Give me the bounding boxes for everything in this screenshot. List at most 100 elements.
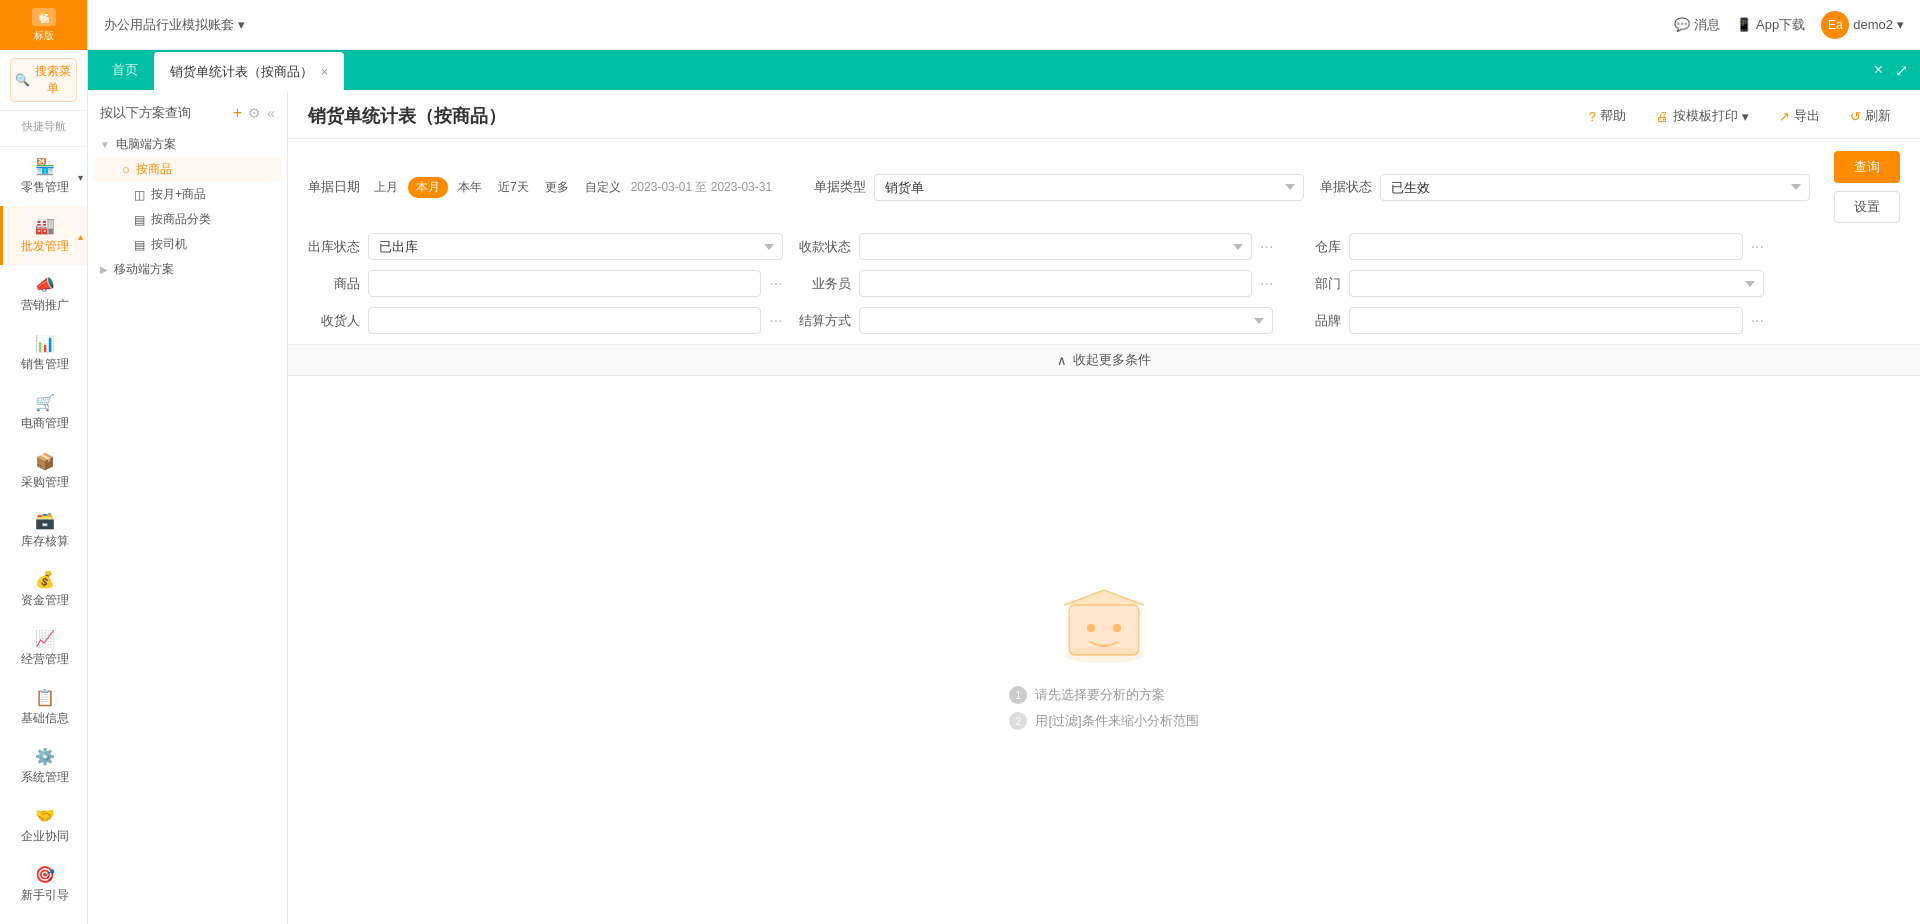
filter-brand: 品牌 ··· <box>1289 307 1764 334</box>
brand-more-icon[interactable]: ··· <box>1751 312 1764 330</box>
filter-doc-status: 单据状态 已生效 <box>1320 174 1810 201</box>
filter-salesperson: 业务员 ··· <box>799 270 1274 297</box>
filter-row-3: 商品 ··· 业务员 ··· 部门 <box>308 270 1900 297</box>
user-menu[interactable]: Ea demo2 ▾ <box>1821 11 1904 39</box>
warehouse-control: ··· <box>1349 233 1764 260</box>
account-selector[interactable]: 办公用品行业模拟账套 ▾ <box>104 16 1662 34</box>
by-month-product-icon: ◫ <box>134 188 145 202</box>
help-button[interactable]: ? 帮助 <box>1580 102 1635 130</box>
doc-type-label: 单据类型 <box>814 178 866 196</box>
tab-close-icon[interactable]: × <box>321 65 328 79</box>
message-button[interactable]: 💬 消息 <box>1674 16 1720 34</box>
page-title-actions: ? 帮助 🖨 按模板打印 ▾ ↗ 导出 ↺ 刷新 <box>1580 102 1900 130</box>
product-control: ··· <box>368 270 783 297</box>
logo-icon: 畅 <box>29 7 59 27</box>
salesperson-input[interactable] <box>859 270 1252 297</box>
by-cashier-icon: ▤ <box>134 238 145 252</box>
settlement-select[interactable] <box>859 307 1274 334</box>
date-range-text: 2023-03-01 至 2023-03-31 <box>631 179 772 196</box>
sidebar-item-marketing[interactable]: 📣 营销推广 <box>0 265 87 324</box>
sidebar-item-sales-mgmt[interactable]: 📊 销售管理 <box>0 324 87 383</box>
tab-close-all-icon[interactable]: × <box>1870 57 1887 84</box>
settings-button[interactable]: 设置 <box>1834 191 1900 223</box>
collapse-panel-icon[interactable]: « <box>267 105 275 121</box>
sidebar-item-purchase[interactable]: 📦 采购管理 <box>0 442 87 501</box>
retail-icon: 🏪 <box>35 157 55 176</box>
product-more-icon[interactable]: ··· <box>769 275 782 293</box>
sidebar-item-finance[interactable]: 💰 资金管理 <box>0 560 87 619</box>
scheme-by-product[interactable]: ○ 按商品 <box>94 157 281 182</box>
query-button[interactable]: 查询 <box>1834 151 1900 183</box>
date-btn-last-month[interactable]: 上月 <box>368 177 404 198</box>
sidebar-menu: 🏪 零售管理 ▾ 🏭 批发管理 ▴ 📣 营销推广 📊 销售管理 🛒 电商管理 📦… <box>0 147 87 924</box>
logo-text: 标版 <box>34 29 54 43</box>
product-input[interactable] <box>368 270 761 297</box>
export-button[interactable]: ↗ 导出 <box>1770 102 1829 130</box>
filter-settlement: 结算方式 <box>799 307 1274 334</box>
scheme-by-cashier[interactable]: ▤ 按司机 <box>94 232 281 257</box>
sidebar-item-ecommerce[interactable]: 🛒 电商管理 <box>0 383 87 442</box>
department-control <box>1349 270 1764 297</box>
svg-rect-3 <box>1069 605 1139 655</box>
brand-label: 品牌 <box>1289 312 1341 330</box>
filter-row-1: 单据日期 上月 本月 本年 近7天 更多 自定义 2023-03-01 至 20… <box>308 151 1900 223</box>
header-right: 💬 消息 📱 App下载 Ea demo2 ▾ <box>1674 11 1904 39</box>
scheme-by-product-category[interactable]: ▤ 按商品分类 <box>94 207 281 232</box>
sidebar-item-cooperation[interactable]: 🤝 企业协同 <box>0 796 87 855</box>
salesperson-more-icon[interactable]: ··· <box>1260 275 1273 293</box>
header: 办公用品行业模拟账套 ▾ 💬 消息 📱 App下载 Ea demo2 ▾ <box>88 0 1920 50</box>
warehouse-more-icon[interactable]: ··· <box>1751 238 1764 256</box>
download-icon: 📱 <box>1736 17 1752 32</box>
date-btn-this-year[interactable]: 本年 <box>452 177 488 198</box>
filter-receipt-status: 收款状态 ··· <box>799 233 1274 260</box>
sidebar-item-inventory[interactable]: 🗃️ 库存核算 <box>0 501 87 560</box>
basic-info-icon: 📋 <box>35 688 55 707</box>
sales-mgmt-icon: 📊 <box>35 334 55 353</box>
search-menu-button[interactable]: 🔍 搜索菜单 <box>10 58 77 102</box>
sidebar-item-guide[interactable]: 🎯 新手引导 <box>0 855 87 914</box>
brand-control: ··· <box>1349 307 1764 334</box>
date-btn-last-7days[interactable]: 近7天 <box>492 177 535 198</box>
tab-home[interactable]: 首页 <box>96 50 154 90</box>
collapse-icon: ∧ <box>1057 353 1067 368</box>
date-btn-more[interactable]: 更多 <box>539 177 575 198</box>
empty-state: 1 请先选择要分析的方案 2 用[过滤]条件来缩小分析范围 <box>288 376 1920 924</box>
user-chevron-icon: ▾ <box>1897 17 1904 32</box>
doc-status-select[interactable]: 已生效 <box>1380 174 1810 201</box>
scheme-mobile-parent[interactable]: ▶ 移动端方案 <box>94 257 281 282</box>
date-btn-custom[interactable]: 自定义 <box>579 177 627 198</box>
receipt-more-icon[interactable]: ··· <box>1260 238 1273 256</box>
sidebar-item-wholesale[interactable]: 🏭 批发管理 ▴ <box>0 206 87 265</box>
quick-nav-area: 快捷导航 <box>0 111 87 147</box>
scheme-desktop-parent[interactable]: ▼ 电脑端方案 <box>94 132 281 157</box>
recipient-label: 收货人 <box>308 312 360 330</box>
tab-sales-stats[interactable]: 销货单统计表（按商品） × <box>154 52 344 92</box>
refresh-button[interactable]: ↺ 刷新 <box>1841 102 1900 130</box>
sidebar-item-app-center[interactable]: 📱 应用中心 <box>0 914 87 924</box>
svg-point-5 <box>1113 624 1121 632</box>
sidebar-item-basic-info[interactable]: 📋 基础信息 <box>0 678 87 737</box>
brand-input[interactable] <box>1349 307 1742 334</box>
ecommerce-icon: 🛒 <box>35 393 55 412</box>
scheme-by-month-product[interactable]: ◫ 按月+商品 <box>94 182 281 207</box>
recipient-more-icon[interactable]: ··· <box>769 312 782 330</box>
date-quick-buttons: 上月 本月 本年 近7天 更多 自定义 <box>368 177 627 198</box>
doc-type-select[interactable]: 销货单 <box>874 174 1304 201</box>
collapse-conditions-button[interactable]: ∧ 收起更多条件 <box>288 344 1920 375</box>
app-download-button[interactable]: 📱 App下载 <box>1736 16 1805 34</box>
sidebar-item-system[interactable]: ⚙️ 系统管理 <box>0 737 87 796</box>
warehouse-input[interactable] <box>1349 233 1742 260</box>
date-control: 上月 本月 本年 近7天 更多 自定义 2023-03-01 至 2023-03… <box>368 177 798 198</box>
department-label: 部门 <box>1289 275 1341 293</box>
print-template-button[interactable]: 🖨 按模板打印 ▾ <box>1647 102 1758 130</box>
edit-scheme-icon[interactable]: ⚙ <box>248 105 261 121</box>
sidebar-item-retail[interactable]: 🏪 零售管理 ▾ <box>0 147 87 206</box>
warehouse-out-select[interactable]: 已出库 <box>368 233 783 260</box>
date-btn-this-month[interactable]: 本月 <box>408 177 448 198</box>
receipt-select[interactable] <box>859 233 1252 260</box>
tab-expand-icon[interactable]: ⤢ <box>1891 57 1912 84</box>
recipient-input[interactable] <box>368 307 761 334</box>
department-select[interactable] <box>1349 270 1764 297</box>
sidebar-item-operations[interactable]: 📈 经营管理 <box>0 619 87 678</box>
add-scheme-icon[interactable]: + <box>233 104 242 122</box>
